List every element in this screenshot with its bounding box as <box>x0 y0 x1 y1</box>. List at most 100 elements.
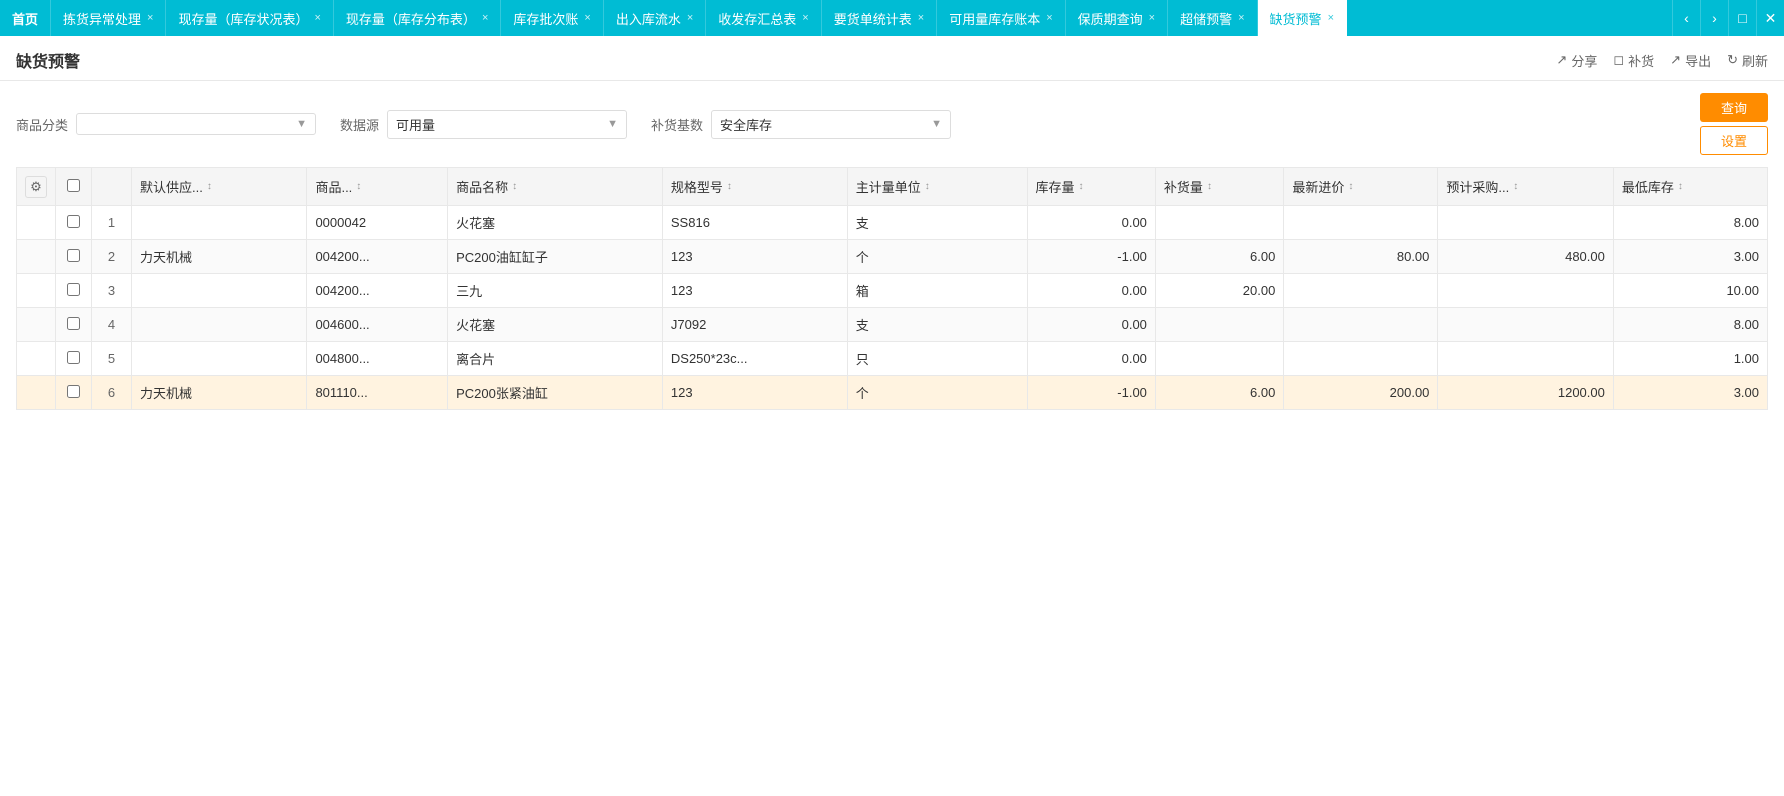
replenish-button[interactable]: ◻ 补货 <box>1613 51 1654 70</box>
tab-home[interactable]: 首页 <box>0 0 51 36</box>
tab-yhtj[interactable]: 要货单统计表 × <box>822 0 937 36</box>
row-product-name: PC200张紧油缸 <box>448 376 663 410</box>
datasource-select-value: 可用量 <box>396 115 435 134</box>
close-icon[interactable]: × <box>1238 12 1244 24</box>
row-checkbox-cell <box>56 206 92 240</box>
table-body: 1 0000042 火花塞 SS816 支 0.00 8.00 2 力天机械 0… <box>17 206 1768 410</box>
tab-kylzb[interactable]: 可用量库存账本 × <box>937 0 1065 36</box>
row-checkbox[interactable] <box>67 215 80 228</box>
row-num: 6 <box>92 376 132 410</box>
share-button[interactable]: ↗ 分享 <box>1556 51 1597 70</box>
row-supplier <box>132 308 307 342</box>
tab-sfchz[interactable]: 收发存汇总表 × <box>706 0 821 36</box>
row-num: 5 <box>92 342 132 376</box>
row-checkbox-cell <box>56 308 92 342</box>
sort-icon[interactable]: ↕ <box>1207 181 1212 192</box>
close-icon[interactable]: × <box>1046 12 1052 24</box>
sort-icon[interactable]: ↕ <box>512 181 517 192</box>
export-button[interactable]: ↗ 导出 <box>1670 51 1711 70</box>
tab-ccyj[interactable]: 超储预警 × <box>1168 0 1257 36</box>
tab-xclkk[interactable]: 现存量（库存状况表） × <box>166 0 333 36</box>
col-unit-header: 主计量单位 ↕ <box>847 168 1027 206</box>
row-spec: SS816 <box>662 206 847 240</box>
col-num-header <box>92 168 132 206</box>
sort-icon[interactable]: ↕ <box>1348 181 1353 192</box>
row-checkbox[interactable] <box>67 283 80 296</box>
row-checkbox[interactable] <box>67 317 80 330</box>
row-num: 4 <box>92 308 132 342</box>
row-stock: 0.00 <box>1027 342 1155 376</box>
row-latest-price <box>1284 274 1438 308</box>
row-replenish-qty: 20.00 <box>1155 274 1283 308</box>
sort-icon[interactable]: ↕ <box>1079 181 1084 192</box>
table-row: 2 力天机械 004200... PC200油缸缸子 123 个 -1.00 6… <box>17 240 1768 274</box>
nav-next-button[interactable]: › <box>1700 0 1728 36</box>
table-row: 3 004200... 三九 123 箱 0.00 20.00 10.00 <box>17 274 1768 308</box>
col-supplier-header: 默认供应... ↕ <box>132 168 307 206</box>
datasource-select[interactable]: 可用量 ▼ <box>387 110 627 139</box>
tab-xclfb[interactable]: 现存量（库存分布表） × <box>334 0 501 36</box>
col-stock-header: 库存量 ↕ <box>1027 168 1155 206</box>
close-icon[interactable]: × <box>584 12 590 24</box>
settings-button[interactable]: 设置 <box>1700 126 1768 155</box>
tab-kzpcz[interactable]: 库存批次账 × <box>501 0 603 36</box>
data-table: ⚙ 默认供应... ↕ 商品... <box>16 167 1768 410</box>
col-latest-price-header: 最新进价 ↕ <box>1284 168 1438 206</box>
tab-qhyj[interactable]: 缺货预警 × <box>1258 0 1347 36</box>
table-container: ⚙ 默认供应... ↕ 商品... <box>0 167 1784 426</box>
replenish-base-select[interactable]: 安全库存 ▼ <box>711 110 951 139</box>
sort-icon[interactable]: ↕ <box>925 181 930 192</box>
row-unit: 个 <box>847 376 1027 410</box>
row-latest-price: 80.00 <box>1284 240 1438 274</box>
row-latest-price: 200.00 <box>1284 376 1438 410</box>
row-checkbox[interactable] <box>67 351 80 364</box>
close-icon[interactable]: × <box>687 12 693 24</box>
close-icon[interactable]: × <box>1149 12 1155 24</box>
sort-icon[interactable]: ↕ <box>1513 181 1518 192</box>
table-header-row: ⚙ 默认供应... ↕ 商品... <box>17 168 1768 206</box>
nav-close-button[interactable]: ✕ <box>1756 0 1784 36</box>
sort-icon[interactable]: ↕ <box>207 181 212 192</box>
close-icon[interactable]: × <box>147 12 153 24</box>
header-actions: ↗ 分享 ◻ 补货 ↗ 导出 ↻ 刷新 <box>1556 51 1768 70</box>
select-all-checkbox[interactable] <box>67 179 80 192</box>
row-checkbox-cell <box>56 342 92 376</box>
tab-jh[interactable]: 拣货异常处理 × <box>51 0 166 36</box>
tab-crls[interactable]: 出入库流水 × <box>604 0 706 36</box>
refresh-button[interactable]: ↻ 刷新 <box>1727 51 1768 70</box>
filter-actions: 查询 设置 <box>1700 93 1768 155</box>
row-checkbox[interactable] <box>67 385 80 398</box>
page-header: 缺货预警 ↗ 分享 ◻ 补货 ↗ 导出 ↻ 刷新 <box>0 36 1784 81</box>
sort-icon[interactable]: ↕ <box>727 181 732 192</box>
col-product-code-header: 商品... ↕ <box>307 168 448 206</box>
query-button[interactable]: 查询 <box>1700 93 1768 122</box>
sort-icon[interactable]: ↕ <box>1678 181 1683 192</box>
row-checkbox[interactable] <box>67 249 80 262</box>
row-est-purchase: 1200.00 <box>1438 376 1613 410</box>
row-product-code: 004800... <box>307 342 448 376</box>
tab-bzqcx[interactable]: 保质期查询 × <box>1066 0 1168 36</box>
close-icon[interactable]: × <box>482 12 488 24</box>
row-settings-cell <box>17 274 56 308</box>
col-min-stock-header: 最低库存 ↕ <box>1613 168 1767 206</box>
close-icon[interactable]: × <box>802 12 808 24</box>
row-min-stock: 1.00 <box>1613 342 1767 376</box>
row-min-stock: 3.00 <box>1613 376 1767 410</box>
gear-icon[interactable]: ⚙ <box>25 176 47 198</box>
col-spec-header: 规格型号 ↕ <box>662 168 847 206</box>
close-icon[interactable]: × <box>1328 12 1334 24</box>
datasource-filter-group: 数据源 可用量 ▼ <box>340 110 627 139</box>
row-min-stock: 10.00 <box>1613 274 1767 308</box>
row-settings-cell <box>17 206 56 240</box>
row-product-name: 火花塞 <box>448 206 663 240</box>
replenish-icon: ◻ <box>1613 52 1624 68</box>
col-checkbox <box>56 168 92 206</box>
sort-icon[interactable]: ↕ <box>356 181 361 192</box>
close-icon[interactable]: × <box>314 12 320 24</box>
category-select[interactable]: ▼ <box>76 113 316 135</box>
row-product-name: 火花塞 <box>448 308 663 342</box>
close-icon[interactable]: × <box>918 12 924 24</box>
nav-restore-button[interactable]: □ <box>1728 0 1756 36</box>
row-latest-price <box>1284 308 1438 342</box>
nav-prev-button[interactable]: ‹ <box>1672 0 1700 36</box>
